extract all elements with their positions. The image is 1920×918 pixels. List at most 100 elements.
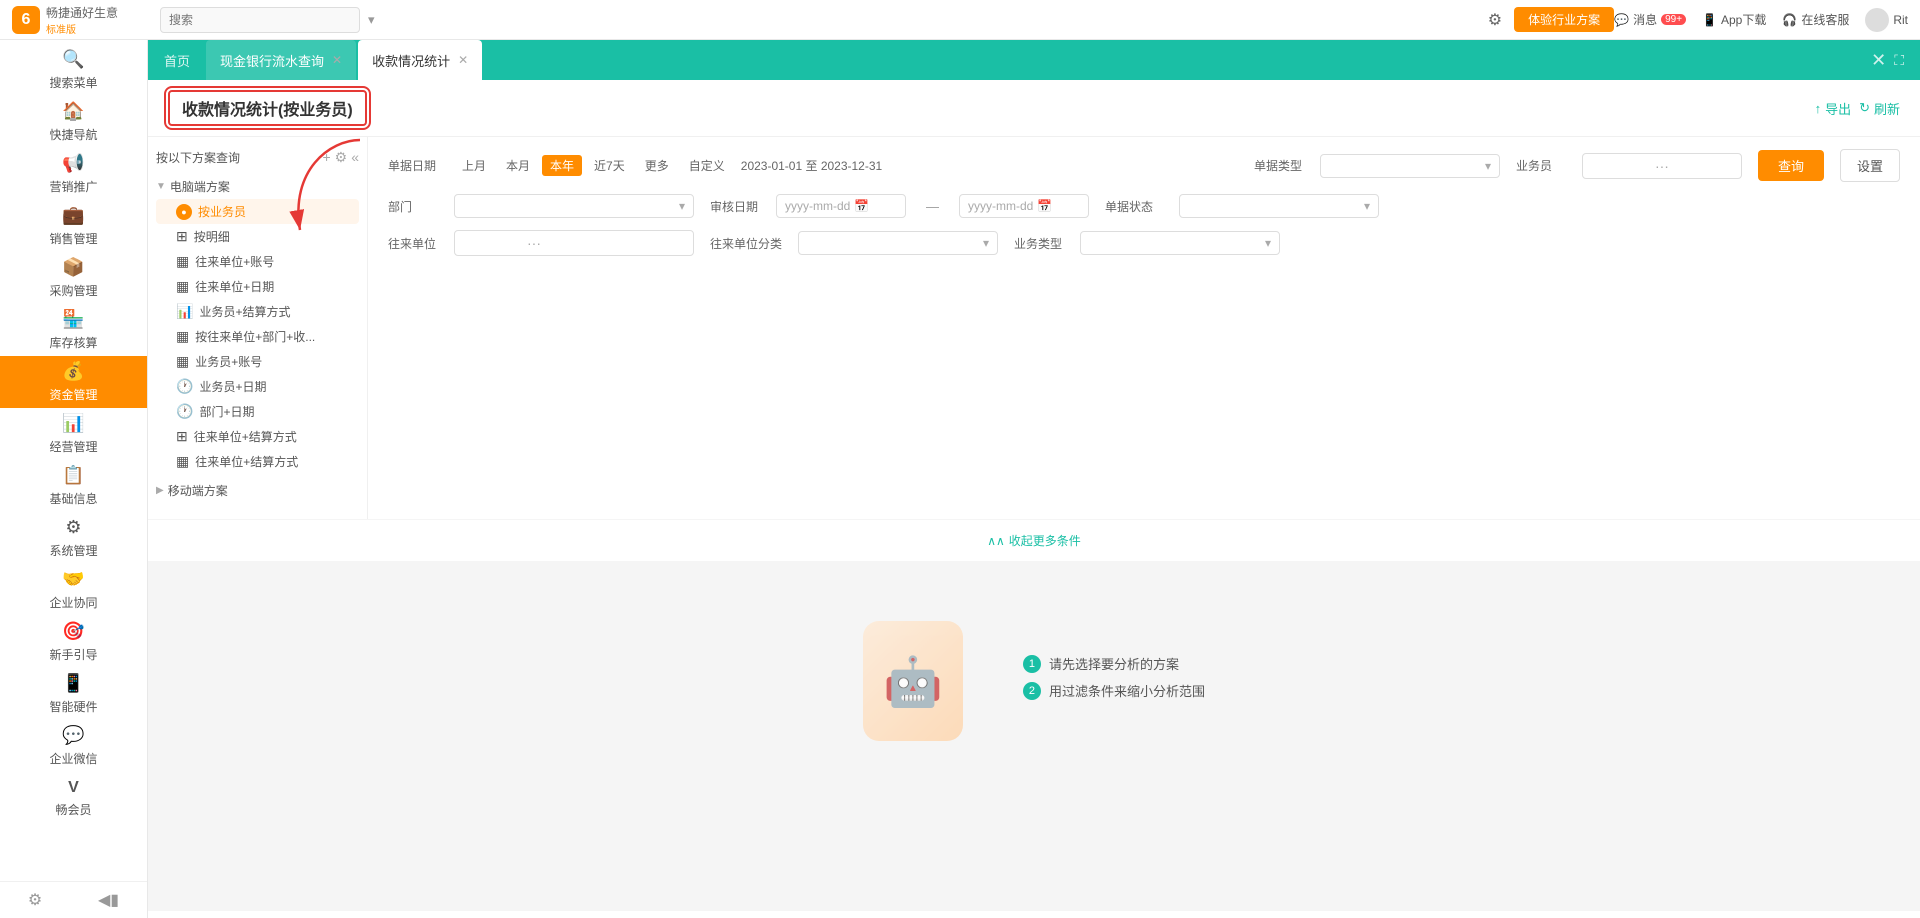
scheme-item-salesman-settle[interactable]: 📊 业务员+结算方式 <box>156 299 359 324</box>
sidebar-item-member[interactable]: V 畅会员 <box>0 772 147 824</box>
sidebar-item-guide[interactable]: 🎯 新手引导 <box>0 616 147 668</box>
page-title: 收款情况统计(按业务员) <box>182 102 353 119</box>
sidebar-item-purchase-label: 采购管理 <box>49 282 97 299</box>
tab-receipts-stats[interactable]: 收款情况统计 ✕ <box>358 40 482 80</box>
scheme-item-partner-dept[interactable]: ▦ 按往来单位+部门+收... <box>156 324 359 349</box>
date-tab-7days[interactable]: 近7天 <box>586 155 633 176</box>
date-tab-this-month[interactable]: 本月 <box>498 155 538 176</box>
user-profile-btn[interactable]: Rit <box>1865 8 1908 32</box>
maximize-icon[interactable]: ⛶ <box>1894 52 1904 69</box>
scheme-add-icon[interactable]: + <box>322 149 330 166</box>
page-title-box: 收款情况统计(按业务员) <box>168 90 367 126</box>
guide-icon: 🎯 <box>62 621 84 642</box>
voucher-type-select[interactable]: ▾ <box>1320 154 1500 178</box>
app-download-label: App下载 <box>1721 11 1766 28</box>
partner-cat-select[interactable]: ▾ <box>798 231 998 255</box>
filter-settings-button[interactable]: 设置 <box>1840 149 1900 182</box>
tree-group-mobile-label[interactable]: ▶ 移动端方案 <box>156 478 359 503</box>
review-date-to[interactable]: yyyy-mm-dd 📅 <box>959 194 1089 218</box>
collapse-bar[interactable]: ∧∧ 收起更多条件 <box>148 519 1920 561</box>
search-chevron-icon[interactable]: ▾ <box>368 12 375 28</box>
tree-group-mobile: ▶ 移动端方案 <box>156 478 359 503</box>
scheme-item-detail[interactable]: ⊞ 按明细 <box>156 224 359 249</box>
app-download-btn[interactable]: 📱 App下载 <box>1702 11 1766 28</box>
sidebar-item-nav[interactable]: 🏠 快捷导航 <box>0 96 147 148</box>
tab-bank-flow-close[interactable]: ✕ <box>332 53 342 67</box>
partner-dept-icon: ▦ <box>176 328 189 345</box>
scheme-item-partner-account[interactable]: ▦ 往来单位+账号 <box>156 249 359 274</box>
refresh-icon: ↻ <box>1859 100 1870 116</box>
scheme-item-salesman-account[interactable]: ▦ 业务员+账号 <box>156 349 359 374</box>
scheme-item-dept-date[interactable]: 🕐 部门+日期 <box>156 399 359 424</box>
review-date-from[interactable]: yyyy-mm-dd 📅 <box>776 194 906 218</box>
salesman-select[interactable]: ··· <box>1582 153 1742 179</box>
query-button[interactable]: 查询 <box>1758 150 1824 181</box>
sidebar-item-finance[interactable]: 💰 资金管理 <box>0 356 147 408</box>
sidebar-item-inventory[interactable]: 🏪 库存核算 <box>0 304 147 356</box>
hardware-icon: 📱 <box>62 673 84 694</box>
date-tab-more[interactable]: 更多 <box>637 155 677 176</box>
main-wrapper: 首页 现金银行流水查询 ✕ 收款情况统计 ✕ ✕ ⛶ 收款情况统计(按业务员) <box>148 0 1920 918</box>
message-icon: 💬 <box>1614 13 1629 27</box>
sidebar-settings-icon[interactable]: ⚙ <box>28 890 42 910</box>
sidebar-item-hardware[interactable]: 📱 智能硬件 <box>0 668 147 720</box>
sidebar-item-enterprise[interactable]: 🤝 企业协同 <box>0 564 147 616</box>
basic-icon: 📋 <box>62 465 84 486</box>
tree-group-pc-label[interactable]: ▼ 电脑端方案 <box>156 174 359 199</box>
sidebar-item-purchase[interactable]: 📦 采购管理 <box>0 252 147 304</box>
refresh-button[interactable]: ↻ 刷新 <box>1859 99 1900 118</box>
page-content: 收款情况统计(按业务员) ↑ 导出 ↻ 刷新 <box>148 80 1920 918</box>
sidebar-item-sales[interactable]: 💼 销售管理 <box>0 200 147 252</box>
sidebar-item-management[interactable]: 📊 经营管理 <box>0 408 147 460</box>
sidebar-item-basic[interactable]: 📋 基础信息 <box>0 460 147 512</box>
scheme-item-partner-settle2[interactable]: ▦ 往来单位+结算方式 <box>156 449 359 474</box>
sidebar-item-search-label: 搜索菜单 <box>49 74 97 91</box>
calendar-icon-to[interactable]: 📅 <box>1037 199 1052 213</box>
date-label: 单据日期 <box>388 157 438 174</box>
scheme-item-dept-date-label: 部门+日期 <box>199 403 254 420</box>
date-tab-custom[interactable]: 自定义 <box>681 155 733 176</box>
message-badge: 99+ <box>1661 14 1686 25</box>
tab-home[interactable]: 首页 <box>148 40 206 80</box>
settings-icon[interactable]: ⚙ <box>1488 12 1502 29</box>
close-window-icon[interactable]: ✕ <box>1871 50 1886 71</box>
calendar-icon[interactable]: 📅 <box>854 199 869 213</box>
trial-button[interactable]: 体验行业方案 <box>1514 7 1614 32</box>
export-icon: ↑ <box>1815 101 1822 116</box>
scheme-collapse-icon[interactable]: « <box>351 149 359 166</box>
partner-select[interactable]: ··· <box>454 230 694 256</box>
message-btn[interactable]: 💬 消息 99+ <box>1614 11 1686 28</box>
voucher-status-select[interactable]: ▾ <box>1179 194 1379 218</box>
date-tab-this-year[interactable]: 本年 <box>542 155 582 176</box>
online-service-btn[interactable]: 🎧 在线客服 <box>1782 11 1849 28</box>
finance-icon: 💰 <box>62 361 84 382</box>
sidebar-item-wechat[interactable]: 💬 企业微信 <box>0 720 147 772</box>
scheme-item-salesman[interactable]: ● 按业务员 <box>156 199 359 224</box>
partner-label: 往来单位 <box>388 235 438 252</box>
export-button[interactable]: ↑ 导出 <box>1815 99 1852 118</box>
biz-type-select[interactable]: ▾ <box>1080 231 1280 255</box>
search-input[interactable] <box>160 7 360 33</box>
tab-receipts-close[interactable]: ✕ <box>458 53 468 67</box>
date-tab-last-month[interactable]: 上月 <box>454 155 494 176</box>
sidebar-item-search[interactable]: 🔍 搜索菜单 <box>0 44 147 96</box>
sidebar-collapse-icon[interactable]: ◀▮ <box>98 890 119 910</box>
empty-step-2: 2 用过滤条件来缩小分析范围 <box>1023 681 1205 700</box>
online-service-label: 在线客服 <box>1801 11 1849 28</box>
sidebar-item-marketing[interactable]: 📢 营销推广 <box>0 148 147 200</box>
partner-dots[interactable]: ··· <box>527 235 541 251</box>
dept-select[interactable]: ▾ <box>454 194 694 218</box>
date-separator: — <box>926 199 939 214</box>
logo-area: 6 畅捷通好生意 标准版 <box>12 4 160 36</box>
tab-bank-flow[interactable]: 现金银行流水查询 ✕ <box>206 40 356 80</box>
sidebar-item-system[interactable]: ⚙ 系统管理 <box>0 512 147 564</box>
window-controls: ✕ ⛶ <box>1871 50 1920 71</box>
scheme-settings-icon[interactable]: ⚙ <box>335 149 348 166</box>
scheme-item-partner-settle1[interactable]: ⊞ 往来单位+结算方式 <box>156 424 359 449</box>
scheme-item-partner-date[interactable]: ▦ 往来单位+日期 <box>156 274 359 299</box>
scheme-item-salesman-date[interactable]: 🕐 业务员+日期 <box>156 374 359 399</box>
voucher-type-label: 单据类型 <box>1254 157 1304 174</box>
scheme-item-salesman-date-label: 业务员+日期 <box>199 378 266 395</box>
salesman-dots[interactable]: ··· <box>1655 158 1669 174</box>
scheme-item-partner-dept-label: 按往来单位+部门+收... <box>195 328 315 345</box>
